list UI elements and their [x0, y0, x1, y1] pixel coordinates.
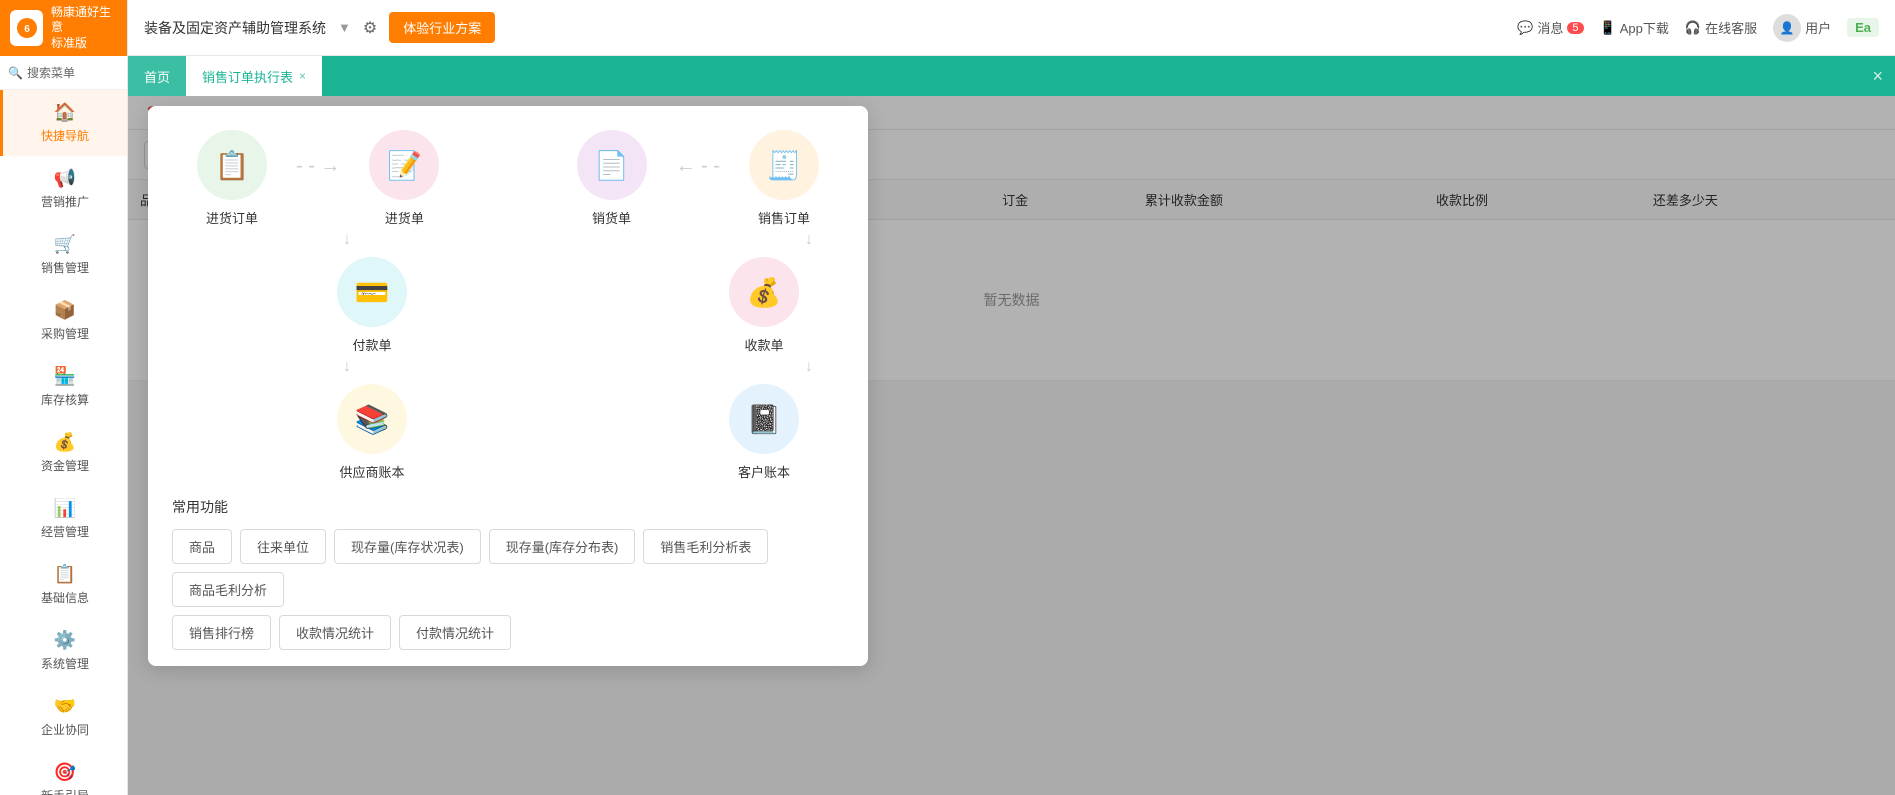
func-buttons-row2: 销售排行榜 收款情况统计 付款情况统计	[172, 615, 844, 650]
sidebar-item-newbie[interactable]: 🎯 新手引导	[0, 750, 127, 795]
arrow-down-sales: ↓	[805, 231, 813, 249]
func-btn-product-margin[interactable]: 商品毛利分析	[172, 572, 284, 607]
main-content: 装备及固定资产辅助管理系统 ▼ ⚙ 体验行业方案 💬 消息 5 📱 App下载 …	[128, 0, 1895, 795]
sidebar-item-sales[interactable]: 🛒 销售管理	[0, 222, 127, 288]
func-btn-receipt-stats[interactable]: 收款情况统计	[279, 615, 391, 650]
sales-order-icon: 🧾	[749, 130, 819, 200]
sidebar-search[interactable]: 🔍 搜索菜单	[0, 56, 127, 90]
tab-close-btn[interactable]: ×	[299, 69, 306, 83]
basic-info-icon: 📋	[54, 564, 76, 585]
func-btn-payment-stats[interactable]: 付款情况统计	[399, 615, 511, 650]
flow-item-payment-bill[interactable]: 💳 付款单	[312, 257, 432, 354]
purchase-bill-icon: 📝	[369, 130, 439, 200]
func-btn-stock-distribution[interactable]: 现存量(库存分布表)	[489, 529, 636, 564]
guide-panel: 📋 进货订单 - - → 📝 进货单	[148, 106, 868, 666]
settings-icon[interactable]: ⚙	[363, 18, 377, 38]
sidebar-item-quick-guide[interactable]: 🏠 快捷导航	[0, 90, 127, 156]
inventory-icon: 🏪	[54, 366, 76, 387]
experience-btn[interactable]: 体验行业方案	[389, 12, 495, 43]
sidebar-item-marketing[interactable]: 📢 营销推广	[0, 156, 127, 222]
svg-text:6: 6	[24, 24, 30, 35]
arrow-down-purchase: ↓	[343, 231, 351, 249]
arrow-left-1: ← - -	[676, 155, 720, 202]
scrollbar-hint: ◀ ▶	[172, 662, 844, 666]
arrow-down-payment: ↓	[343, 358, 351, 376]
app-download-btn[interactable]: 📱 App下载	[1600, 18, 1669, 37]
arrow-right-1: - - →	[296, 155, 340, 202]
flow-item-sales-order[interactable]: 🧾 销售订单	[724, 130, 844, 227]
topbar-right: 💬 消息 5 📱 App下载 🎧 在线客服 👤 用户 Ea	[1517, 14, 1879, 42]
scroll-right-arrow[interactable]: ▶	[834, 662, 844, 666]
logo-icon: 6	[10, 10, 43, 46]
message-btn[interactable]: 💬 消息 5	[1517, 18, 1583, 37]
user-avatar: 👤	[1773, 14, 1801, 42]
dropdown-arrow[interactable]: ▼	[338, 20, 351, 35]
purchase-order-icon: 📋	[197, 130, 267, 200]
user-area[interactable]: 👤 用户	[1773, 14, 1831, 42]
system-icon: ⚙️	[54, 630, 76, 651]
online-service-btn[interactable]: 🎧 在线客服	[1685, 18, 1757, 37]
scroll-left-arrow[interactable]: ◀	[172, 662, 182, 666]
sidebar-item-purchase[interactable]: 📦 采购管理	[0, 288, 127, 354]
common-func-section: 常用功能 商品 往来单位 现存量(库存状况表) 现存量(库存分布表) 销售毛利分…	[172, 497, 844, 650]
ea-badge: Ea	[1847, 18, 1879, 37]
tab-spacer	[322, 56, 1860, 96]
func-btn-product[interactable]: 商品	[172, 529, 232, 564]
flow-item-purchase-order[interactable]: 📋 进货订单	[172, 130, 292, 227]
guide-overlay: 📋 进货订单 - - → 📝 进货单	[128, 96, 1895, 795]
func-btn-sales-rank[interactable]: 销售排行榜	[172, 615, 271, 650]
sidebar-nav: 🏠 快捷导航 📢 营销推广 🛒 销售管理 📦 采购管理 🏪 库存核算 💰	[0, 90, 127, 795]
sidebar-item-finance[interactable]: 💰 资金管理	[0, 420, 127, 486]
sidebar-item-inventory[interactable]: 🏪 库存核算	[0, 354, 127, 420]
content-area: ❓ 帮助 🖨 按模板打印 ▼ 📤 导出 🔄 刷新	[128, 96, 1895, 795]
system-title: 装备及固定资产辅助管理系统	[144, 18, 326, 38]
sidebar-item-enterprise[interactable]: 🤝 企业协同	[0, 684, 127, 750]
flow-item-sales-bill[interactable]: 📄 销货单	[552, 130, 672, 227]
download-icon: 📱	[1600, 20, 1616, 36]
func-btn-sales-margin[interactable]: 销售毛利分析表	[643, 529, 768, 564]
tab-sales-order[interactable]: 销售订单执行表 ×	[186, 56, 322, 96]
payment-bill-icon: 💳	[337, 257, 407, 327]
flow-item-purchase-bill[interactable]: 📝 进货单	[344, 130, 464, 227]
customer-ledger-icon: 📓	[729, 384, 799, 454]
func-btn-partner[interactable]: 往来单位	[240, 529, 326, 564]
finance-icon: 💰	[54, 432, 76, 453]
flow-item-customer-ledger[interactable]: 📓 客户账本	[704, 384, 824, 481]
search-icon: 🔍	[8, 66, 23, 80]
message-icon: 💬	[1517, 20, 1533, 36]
tab-home[interactable]: 首页	[128, 56, 186, 96]
sales-bill-icon: 📄	[577, 130, 647, 200]
sidebar-item-operations[interactable]: 📊 经营管理	[0, 486, 127, 552]
logo-text: 畅康通好生意 标准版	[51, 5, 117, 52]
func-buttons-row1: 商品 往来单位 现存量(库存状况表) 现存量(库存分布表) 销售毛利分析表 商品…	[172, 529, 844, 607]
flow-item-supplier-ledger[interactable]: 📚 供应商账本	[312, 384, 432, 481]
topbar: 装备及固定资产辅助管理系统 ▼ ⚙ 体验行业方案 💬 消息 5 📱 App下载 …	[128, 0, 1895, 56]
quick-guide-icon: 🏠	[54, 102, 76, 123]
sidebar: 6 畅康通好生意 标准版 🔍 搜索菜单 🏠 快捷导航 📢 营销推广 �	[0, 0, 128, 795]
marketing-icon: 📢	[54, 168, 76, 189]
sales-icon: 🛒	[54, 234, 76, 255]
receipt-bill-icon: 💰	[729, 257, 799, 327]
purchase-icon: 📦	[54, 300, 76, 321]
logo-area: 6 畅康通好生意 标准版	[0, 0, 127, 56]
sidebar-item-basic-info[interactable]: 📋 基础信息	[0, 552, 127, 618]
enterprise-icon: 🤝	[54, 696, 76, 717]
supplier-ledger-icon: 📚	[337, 384, 407, 454]
newbie-icon: 🎯	[54, 762, 76, 783]
service-icon: 🎧	[1685, 20, 1701, 36]
arrow-down-receipt: ↓	[805, 358, 813, 376]
operations-icon: 📊	[54, 498, 76, 519]
message-badge: 5	[1567, 22, 1583, 34]
func-btn-stock-status[interactable]: 现存量(库存状况表)	[334, 529, 481, 564]
flow-item-receipt-bill[interactable]: 💰 收款单	[704, 257, 824, 354]
close-all-tabs-btn[interactable]: ×	[1860, 56, 1895, 96]
tab-bar: 首页 销售订单执行表 × ×	[128, 56, 1895, 96]
sidebar-item-system[interactable]: ⚙️ 系统管理	[0, 618, 127, 684]
common-func-title: 常用功能	[172, 497, 844, 517]
